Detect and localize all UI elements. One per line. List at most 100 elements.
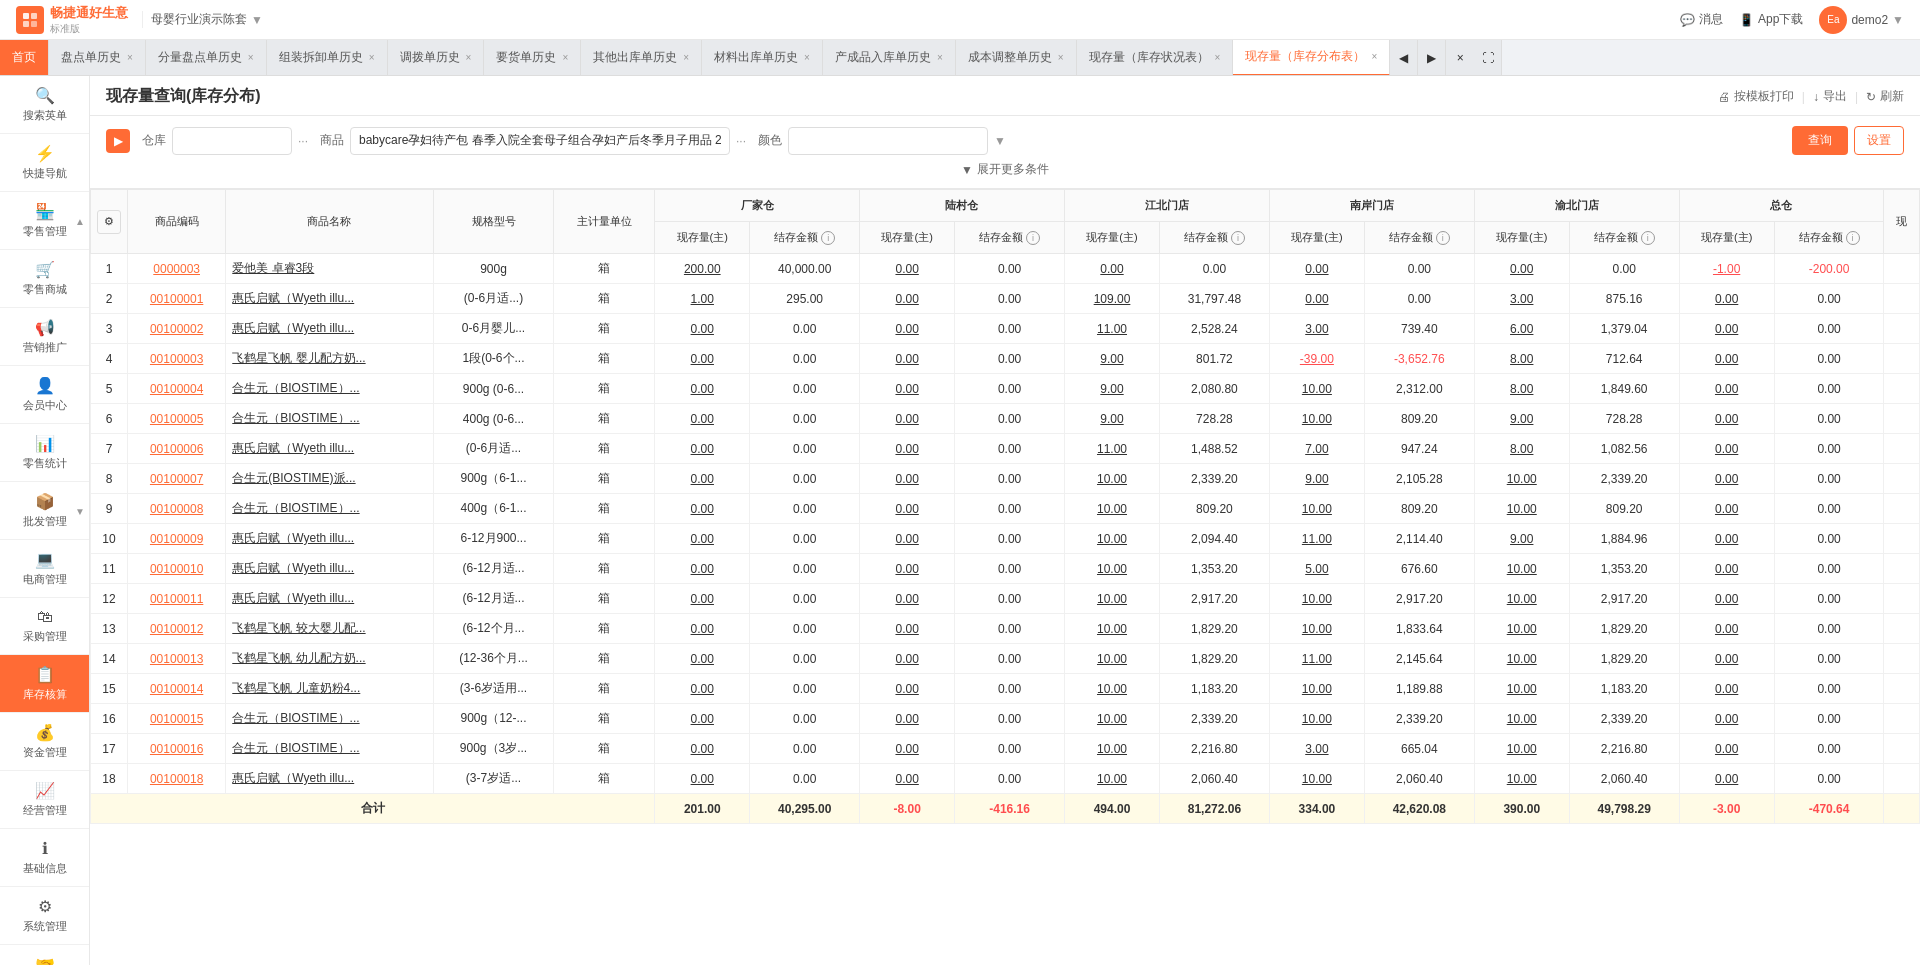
row-name[interactable]: 惠氏启赋（Wyeth illu... (226, 284, 433, 314)
tab-stock-dist[interactable]: 现存量（库存分布表）× (1233, 40, 1390, 76)
sidebar-item-search[interactable]: 🔍 搜索英单 (0, 76, 89, 134)
row-w3-qty[interactable]: 9.00 (1064, 404, 1159, 434)
row-code[interactable]: 00100018 (128, 764, 226, 794)
print-button[interactable]: 🖨 按模板打印 (1718, 88, 1794, 105)
search-button[interactable]: 查询 (1792, 126, 1848, 155)
row-code[interactable]: 00100004 (128, 374, 226, 404)
row-w2-qty[interactable]: 0.00 (860, 764, 955, 794)
row-w3-qty[interactable]: 10.00 (1064, 494, 1159, 524)
row-name[interactable]: 飞鹤星飞帆 婴儿配方奶... (226, 344, 433, 374)
row-w5-qty[interactable]: 0.00 (1474, 254, 1569, 284)
row-w5-qty[interactable]: 10.00 (1474, 464, 1569, 494)
row-w3-qty[interactable]: 10.00 (1064, 704, 1159, 734)
row-code[interactable]: 00100016 (128, 734, 226, 764)
row-w4-qty[interactable]: 3.00 (1269, 314, 1364, 344)
row-w1-qty[interactable]: 0.00 (655, 704, 750, 734)
row-w1-qty[interactable]: 0.00 (655, 494, 750, 524)
row-code[interactable]: 00100011 (128, 584, 226, 614)
w4-amt-info[interactable]: i (1436, 231, 1450, 245)
row-w5-qty[interactable]: 10.00 (1474, 494, 1569, 524)
tab-close-4[interactable]: × (466, 52, 472, 63)
app-download-button[interactable]: 📱 App下载 (1739, 11, 1803, 28)
row-t-qty[interactable]: 0.00 (1679, 704, 1774, 734)
row-w3-qty[interactable]: 10.00 (1064, 764, 1159, 794)
tab-close-1[interactable]: × (127, 52, 133, 63)
row-w2-qty[interactable]: 0.00 (860, 434, 955, 464)
row-code[interactable]: 00100001 (128, 284, 226, 314)
row-t-qty[interactable]: 0.00 (1679, 344, 1774, 374)
row-w4-qty[interactable]: 10.00 (1269, 374, 1364, 404)
color-dropdown-icon[interactable]: ▼ (994, 134, 1006, 148)
row-name[interactable]: 合生元（BIOSTIME）... (226, 494, 433, 524)
row-w4-qty[interactable]: 10.00 (1269, 404, 1364, 434)
row-w4-qty[interactable]: 10.00 (1269, 494, 1364, 524)
row-t-qty[interactable]: 0.00 (1679, 674, 1774, 704)
tab-close-6[interactable]: × (683, 52, 689, 63)
sidebar-item-retail-stats[interactable]: 📊 零售统计 (0, 424, 89, 482)
row-w3-qty[interactable]: 10.00 (1064, 644, 1159, 674)
sidebar-item-purchase[interactable]: 🛍 采购管理 (0, 598, 89, 655)
row-w1-qty[interactable]: 0.00 (655, 674, 750, 704)
row-w5-qty[interactable]: 9.00 (1474, 404, 1569, 434)
row-t-qty[interactable]: 0.00 (1679, 764, 1774, 794)
row-w5-qty[interactable]: 9.00 (1474, 524, 1569, 554)
row-w4-qty[interactable]: 9.00 (1269, 464, 1364, 494)
row-code[interactable]: 00100007 (128, 464, 226, 494)
row-code[interactable]: 00100013 (128, 644, 226, 674)
sidebar-item-basic[interactable]: ℹ 基础信息 (0, 829, 89, 887)
tab-order[interactable]: 要货单历史 × (484, 40, 581, 76)
sidebar-item-retail-mgmt[interactable]: 🏪 零售管理 ▲ (0, 192, 89, 250)
row-w1-qty[interactable]: 0.00 (655, 764, 750, 794)
row-w2-qty[interactable]: 0.00 (860, 254, 955, 284)
row-w2-qty[interactable]: 0.00 (860, 704, 955, 734)
row-w5-qty[interactable]: 10.00 (1474, 644, 1569, 674)
row-name[interactable]: 惠氏启赋（Wyeth illu... (226, 764, 433, 794)
row-w4-qty[interactable]: 7.00 (1269, 434, 1364, 464)
row-t-qty[interactable]: 0.00 (1679, 734, 1774, 764)
row-w3-qty[interactable]: 11.00 (1064, 434, 1159, 464)
tab-expand[interactable]: ⛶ (1474, 40, 1502, 76)
tab-product-in[interactable]: 产成品入库单历史 × (823, 40, 956, 76)
row-code[interactable]: 00100015 (128, 704, 226, 734)
sidebar-item-mall[interactable]: 🛒 零售商城 (0, 250, 89, 308)
row-w3-qty[interactable]: 109.00 (1064, 284, 1159, 314)
row-w1-qty[interactable]: 0.00 (655, 404, 750, 434)
row-name[interactable]: 合生元（BIOSTIME）... (226, 404, 433, 434)
warehouse-input[interactable] (172, 127, 292, 155)
row-w5-qty[interactable]: 10.00 (1474, 704, 1569, 734)
row-w5-qty[interactable]: 8.00 (1474, 374, 1569, 404)
color-input[interactable] (788, 127, 988, 155)
row-name[interactable]: 惠氏启赋（Wyeth illu... (226, 434, 433, 464)
tab-partial-check[interactable]: 分量盘点单历史 × (146, 40, 267, 76)
tab-close-2[interactable]: × (248, 52, 254, 63)
row-w2-qty[interactable]: 0.00 (860, 374, 955, 404)
sidebar-item-marketing[interactable]: 📢 营销推广 (0, 308, 89, 366)
tab-cost-adjust[interactable]: 成本调整单历史 × (956, 40, 1077, 76)
row-w2-qty[interactable]: 0.00 (860, 404, 955, 434)
sidebar-item-wholesale[interactable]: 📦 批发管理 ▼ (0, 482, 89, 540)
tab-prev[interactable]: ◀ (1390, 40, 1418, 76)
row-w1-qty[interactable]: 0.00 (655, 524, 750, 554)
row-w4-qty[interactable]: 10.00 (1269, 704, 1364, 734)
tab-home[interactable]: 首页 (0, 40, 49, 76)
row-w4-qty[interactable]: 5.00 (1269, 554, 1364, 584)
row-code[interactable]: 00100006 (128, 434, 226, 464)
row-w3-qty[interactable]: 10.00 (1064, 584, 1159, 614)
sidebar-item-ecommerce[interactable]: 💻 电商管理 (0, 540, 89, 598)
row-t-qty[interactable]: 0.00 (1679, 554, 1774, 584)
row-w1-qty[interactable]: 0.00 (655, 614, 750, 644)
row-name[interactable]: 飞鹤星飞帆 幼儿配方奶... (226, 644, 433, 674)
row-w3-qty[interactable]: 10.00 (1064, 554, 1159, 584)
tab-close-7[interactable]: × (804, 52, 810, 63)
product-input[interactable] (350, 127, 730, 155)
row-w5-qty[interactable]: 10.00 (1474, 584, 1569, 614)
row-w2-qty[interactable]: 0.00 (860, 734, 955, 764)
row-code[interactable]: 00100014 (128, 674, 226, 704)
row-code[interactable]: 00100009 (128, 524, 226, 554)
row-code[interactable]: 00100005 (128, 404, 226, 434)
row-w2-qty[interactable]: 0.00 (860, 554, 955, 584)
row-name[interactable]: 合生元(BIOSTIME)派... (226, 464, 433, 494)
tab-transfer[interactable]: 调拨单历史 × (388, 40, 485, 76)
row-name[interactable]: 惠氏启赋（Wyeth illu... (226, 554, 433, 584)
row-w1-qty[interactable]: 0.00 (655, 584, 750, 614)
